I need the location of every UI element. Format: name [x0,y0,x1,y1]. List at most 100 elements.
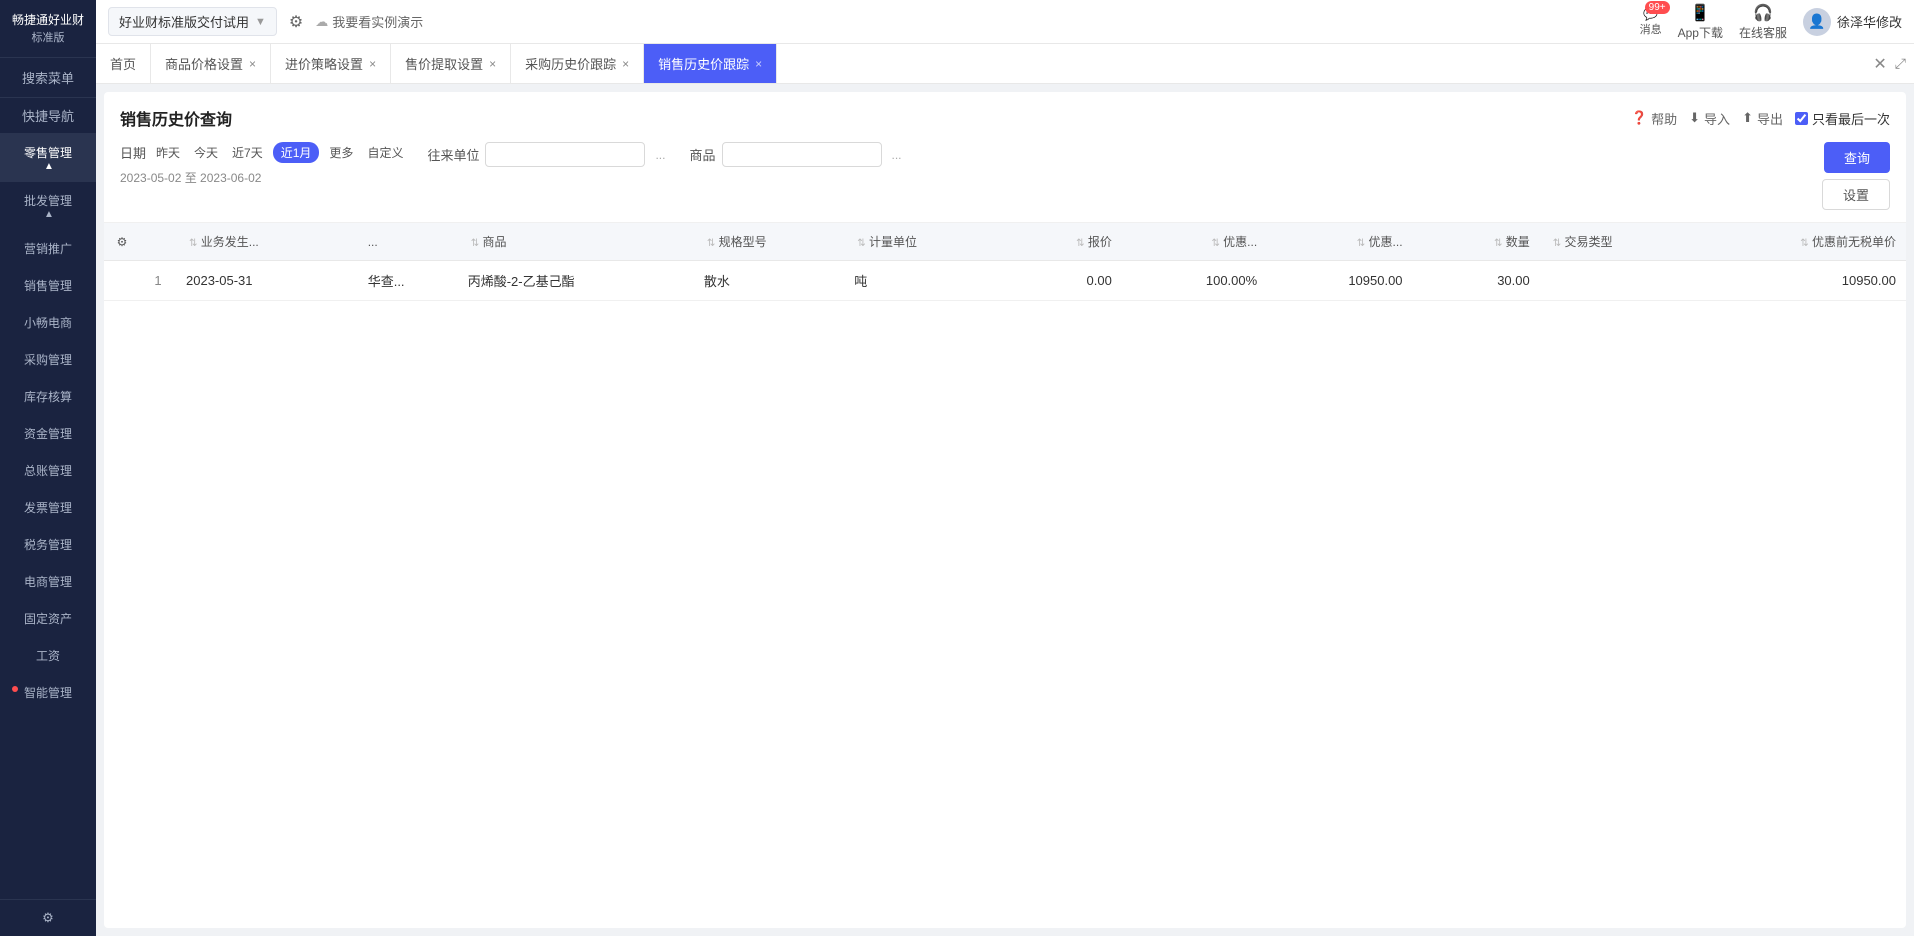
sidebar-logo-sub: 标准版 [32,29,65,45]
sort-icon: ⇅ [1800,238,1808,249]
only-last-checkbox[interactable] [1795,112,1808,125]
sidebar-item-ledger[interactable]: 总账管理 [0,452,96,489]
tab-sales-hist-close[interactable]: × [755,57,762,71]
tab-home[interactable]: 首页 [96,44,151,83]
user-menu[interactable]: 👤 徐泽华修改 [1803,8,1902,36]
sidebar-item-label: 固定资产 [24,610,72,627]
only-last-checkbox-label[interactable]: 只看最后一次 [1795,109,1890,128]
th-spec[interactable]: ⇅ 规格型号 [694,223,844,261]
import-link[interactable]: ⬇ 导入 [1689,109,1730,128]
th-txtype[interactable]: ⇅ 交易类型 [1540,223,1690,261]
sidebar-item-label: 总账管理 [24,462,72,479]
sidebar-item-label: 税务管理 [24,536,72,553]
tab-price[interactable]: 商品价格设置 × [151,44,271,83]
sidebar-item-ecom-small[interactable]: 小畅电商 [0,304,96,341]
row-discount1: 100.00% [1122,261,1267,301]
goods-more-btn[interactable]: ... [888,148,906,162]
shortcut-last1m[interactable]: 近1月 [273,142,320,163]
th-qty[interactable]: ⇅ 数量 [1413,223,1540,261]
topbar-gear-icon[interactable]: ⚙ [289,12,303,32]
sort-icon: ⇅ [471,238,479,249]
row-spec: 散水 [694,261,844,301]
date-shortcuts: 日期 昨天 今天 近7天 近1月 更多 自定义 [120,142,407,163]
tab-purchase-hist-close[interactable]: × [622,57,629,71]
sidebar-item-inventory[interactable]: 库存核算 [0,378,96,415]
sidebar-item-purchase[interactable]: 采购管理 [0,341,96,378]
date-filter-group: 日期 昨天 今天 近7天 近1月 更多 自定义 2023-05-02 至 202… [120,142,407,186]
th-dots[interactable]: ... [358,223,458,261]
tab-bar-controls: ✕ ⤢ [1865,44,1914,83]
th-price[interactable]: ⇅ 报价 [995,223,1122,261]
sidebar-item-finance[interactable]: 资金管理 [0,415,96,452]
sidebar-item-invoice[interactable]: 发票管理 [0,489,96,526]
sidebar-item-ecom[interactable]: 电商管理 [0,563,96,600]
goods-input[interactable] [722,142,882,167]
sidebar-settings[interactable]: ⚙ [0,899,96,936]
supplier-filter-row: 往来单位 ... [427,142,669,167]
sidebar-item-retail[interactable]: 零售管理 ▲ [0,134,96,182]
tab-strategy[interactable]: 进价策略设置 × [271,44,391,83]
supplier-input[interactable] [485,142,645,167]
th-gear[interactable]: ⚙ [104,223,140,261]
tab-strategy-close[interactable]: × [369,57,376,71]
import-label: 导入 [1704,109,1730,128]
sort-icon: ⇅ [857,238,865,249]
row-biz-date: 2023-05-31 [176,261,358,301]
settings-button[interactable]: 设置 [1822,179,1890,210]
tab-home-label: 首页 [110,54,136,73]
sidebar-item-payroll[interactable]: 工资 [0,637,96,674]
tab-bar-expand-button[interactable]: ⤢ [1895,55,1906,72]
tab-sales-hist[interactable]: 销售历史价跟踪 × [644,44,777,83]
sidebar: 畅捷通好业财 标准版 搜索菜单 快捷导航 零售管理 ▲ 批发管理 ▲ 营销推广 … [0,0,96,936]
sort-icon: ⇅ [1553,238,1561,249]
tab-extract-close[interactable]: × [489,57,496,71]
content-header: 销售历史价查询 ❓ 帮助 ⬇ 导入 ⬆ 导出 只看最后一次 [104,92,1906,130]
row-gear [104,261,140,301]
sidebar-item-marketing[interactable]: 营销推广 [0,230,96,267]
table-header: ⚙ ⇅ 业务发生... ... ⇅ 商品 ⇅ 规格型 [104,223,1906,261]
sidebar-item-assets[interactable]: 固定资产 [0,600,96,637]
shortcut-custom[interactable]: 自定义 [363,142,407,163]
table-row[interactable]: 1 2023-05-31 华查... 丙烯酸-2-乙基己酯 散水 吨 0.00 … [104,261,1906,301]
th-discount1[interactable]: ⇅ 优惠... [1122,223,1267,261]
module-selector[interactable]: 好业财标准版交付试用 ▼ [108,7,277,36]
chevron-down-icon: ▼ [255,16,266,28]
shortcut-yesterday[interactable]: 昨天 [152,142,184,163]
shortcut-last7[interactable]: 近7天 [228,142,267,163]
sidebar-item-label: 营销推广 [24,240,72,257]
app-download-button[interactable]: 📱 App下载 [1678,3,1723,41]
tab-purchase-hist[interactable]: 采购历史价跟踪 × [511,44,644,83]
demo-link[interactable]: ☁ 我要看实例演示 [315,12,423,31]
date-range-text: 2023-05-02 至 2023-06-02 [120,169,407,186]
query-button[interactable]: 查询 [1824,142,1890,173]
export-label: 导出 [1757,109,1783,128]
sidebar-item-label: 批发管理 [24,192,72,209]
online-support-button[interactable]: 🎧 在线客服 [1739,3,1787,41]
sidebar-item-label: 小畅电商 [24,314,72,331]
th-goods[interactable]: ⇅ 商品 [458,223,694,261]
th-discount2[interactable]: ⇅ 优惠... [1267,223,1412,261]
sort-icon: ⇅ [1494,238,1502,249]
sidebar-item-smart[interactable]: 智能管理 [0,674,96,711]
sidebar-quick-nav[interactable]: 快捷导航 [0,98,96,134]
th-biz-date[interactable]: ⇅ 业务发生... [176,223,358,261]
gear-icon: ⚙ [42,910,54,926]
shortcut-more[interactable]: 更多 [325,142,357,163]
sidebar-item-wholesale[interactable]: 批发管理 ▲ [0,182,96,230]
help-link[interactable]: ❓ 帮助 [1631,109,1677,128]
message-badge: 99+ [1645,1,1670,14]
message-button[interactable]: 💬 99+ 消息 [1640,7,1662,37]
tab-price-close[interactable]: × [249,57,256,71]
th-unit[interactable]: ⇅ 计量单位 [844,223,994,261]
th-notax-price[interactable]: ⇅ 优惠前无税单价 [1690,223,1906,261]
tab-extract[interactable]: 售价提取设置 × [391,44,511,83]
sidebar-item-label: 电商管理 [24,573,72,590]
page-title: 销售历史价查询 [120,106,232,130]
sidebar-search[interactable]: 搜索菜单 [0,58,96,98]
shortcut-today[interactable]: 今天 [190,142,222,163]
tab-bar-close-button[interactable]: ✕ [1873,54,1886,74]
sidebar-item-sales[interactable]: 销售管理 [0,267,96,304]
export-link[interactable]: ⬆ 导出 [1742,109,1783,128]
sidebar-item-tax[interactable]: 税务管理 [0,526,96,563]
supplier-more-btn[interactable]: ... [651,148,669,162]
